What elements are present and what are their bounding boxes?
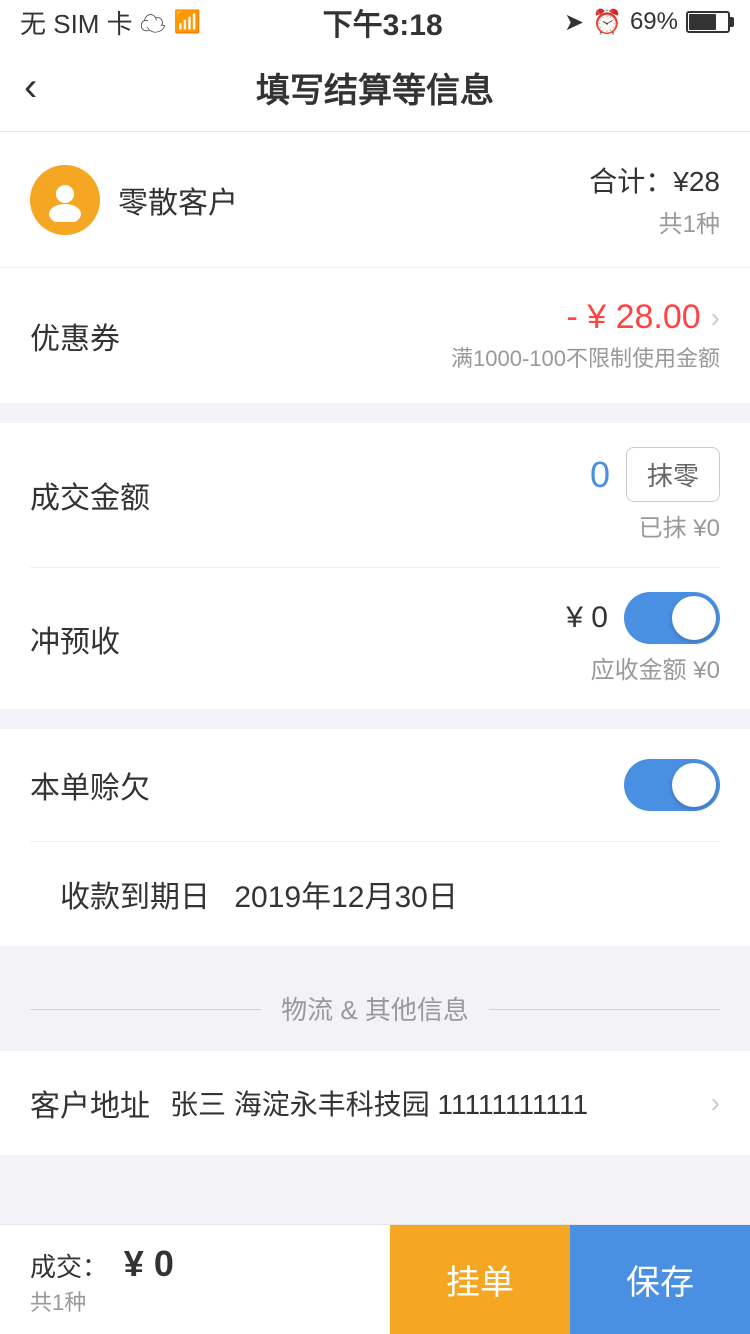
status-bar: 无 SIM 卡 ☁ 📶 下午3:18 ➤ ⏰ 69%	[0, 0, 750, 44]
battery-icon	[686, 11, 730, 33]
logistics-label: 物流 & 其他信息	[261, 990, 489, 1027]
address-chevron-icon: ›	[711, 1087, 720, 1119]
bottom-deal-label: 成交：	[30, 1252, 108, 1282]
round-button[interactable]: 抹零	[626, 447, 720, 502]
deal-section: 成交金额 0 抹零 已抹 ¥0 冲预收 ¥ 0 应收金额 ¥0	[0, 423, 750, 709]
customer-right: 合计：¥28 共1种	[589, 160, 720, 239]
prepay-value-row: ¥ 0	[566, 592, 720, 644]
deal-value-row: 0 抹零	[590, 447, 720, 502]
battery-percent: 69%	[630, 8, 678, 36]
coupon-row[interactable]: 优惠券 - ¥ 28.00 › 满1000-100不限制使用金额	[0, 267, 750, 403]
coupon-right: - ¥ 28.00 ›	[566, 298, 720, 337]
chevron-right-icon: ›	[711, 302, 720, 334]
debt-toggle-thumb	[672, 763, 716, 807]
bottom-count: 共1种	[30, 1285, 360, 1317]
duedate-label: 收款到期日	[60, 881, 210, 914]
prepay-value: ¥ 0	[566, 601, 608, 635]
customer-row: 零散客户 合计：¥28 共1种	[0, 132, 750, 267]
duedate-value: 2019年12月30日	[234, 881, 457, 914]
sim-label: 无 SIM 卡 ☁	[20, 4, 166, 41]
debt-label: 本单赊欠	[30, 763, 150, 807]
customer-section: 零散客户 合计：¥28 共1种 优惠券 - ¥ 28.00 › 满1000-10…	[0, 132, 750, 403]
alarm-icon: ⏰	[592, 8, 622, 37]
bottom-info: 成交： ¥ 0 共1种	[0, 1243, 390, 1317]
nav-bar: ‹ 填写结算等信息	[0, 44, 750, 132]
address-value: 张三 海淀永丰科技园 11111111111	[170, 1083, 711, 1123]
address-label: 客户地址	[30, 1081, 150, 1125]
debt-section: 本单赊欠 收款到期日 2019年12月30日	[0, 729, 750, 946]
wifi-icon: 📶	[174, 9, 201, 35]
duedate-row: 收款到期日 2019年12月30日	[30, 841, 720, 946]
deal-sub-label: 已抹 ¥0	[639, 508, 720, 543]
deal-amount-right: 0 抹零 已抹 ¥0	[590, 447, 720, 543]
bottom-deal-line: 成交： ¥ 0	[30, 1243, 360, 1285]
status-right: ➤ ⏰ 69%	[564, 8, 730, 37]
debt-row: 本单赊欠	[30, 729, 720, 841]
back-button[interactable]: ‹	[24, 65, 37, 110]
logistics-header: 物流 & 其他信息	[0, 966, 750, 1051]
hold-button[interactable]: 挂单	[390, 1225, 570, 1334]
total-amount: 合计：¥28	[589, 160, 720, 200]
page-title: 填写结算等信息	[256, 63, 494, 112]
prepay-right: ¥ 0 应收金额 ¥0	[566, 592, 720, 685]
deal-amount-label: 成交金额	[30, 473, 150, 517]
address-row[interactable]: 客户地址 张三 海淀永丰科技园 11111111111 ›	[30, 1051, 720, 1155]
prepay-toggle[interactable]	[624, 592, 720, 644]
coupon-label: 优惠券	[30, 314, 120, 358]
address-section: 客户地址 张三 海淀永丰科技园 11111111111 ›	[0, 1051, 750, 1155]
deal-amount-row: 成交金额 0 抹零 已抹 ¥0	[30, 423, 720, 568]
bottom-deal-amount: ¥ 0	[124, 1243, 174, 1284]
prepay-sub-label: 应收金额 ¥0	[591, 650, 720, 685]
bottom-bar: 成交： ¥ 0 共1种 挂单 保存	[0, 1224, 750, 1334]
customer-left: 零散客户	[30, 165, 238, 235]
status-left: 无 SIM 卡 ☁ 📶	[20, 4, 201, 41]
avatar	[30, 165, 100, 235]
toggle-thumb	[672, 596, 716, 640]
coupon-value: - ¥ 28.00	[566, 298, 700, 336]
customer-name: 零散客户	[118, 178, 238, 222]
status-time: 下午3:18	[323, 0, 443, 44]
save-button[interactable]: 保存	[570, 1225, 750, 1334]
deal-amount-value: 0	[590, 454, 610, 496]
prepay-row: 冲预收 ¥ 0 应收金额 ¥0	[30, 568, 720, 709]
user-icon	[43, 178, 87, 222]
debt-toggle[interactable]	[624, 759, 720, 811]
location-icon: ➤	[564, 8, 584, 37]
coupon-desc: 满1000-100不限制使用金额	[451, 341, 720, 373]
prepay-label: 冲预收	[30, 617, 120, 661]
total-count: 共1种	[589, 204, 720, 239]
